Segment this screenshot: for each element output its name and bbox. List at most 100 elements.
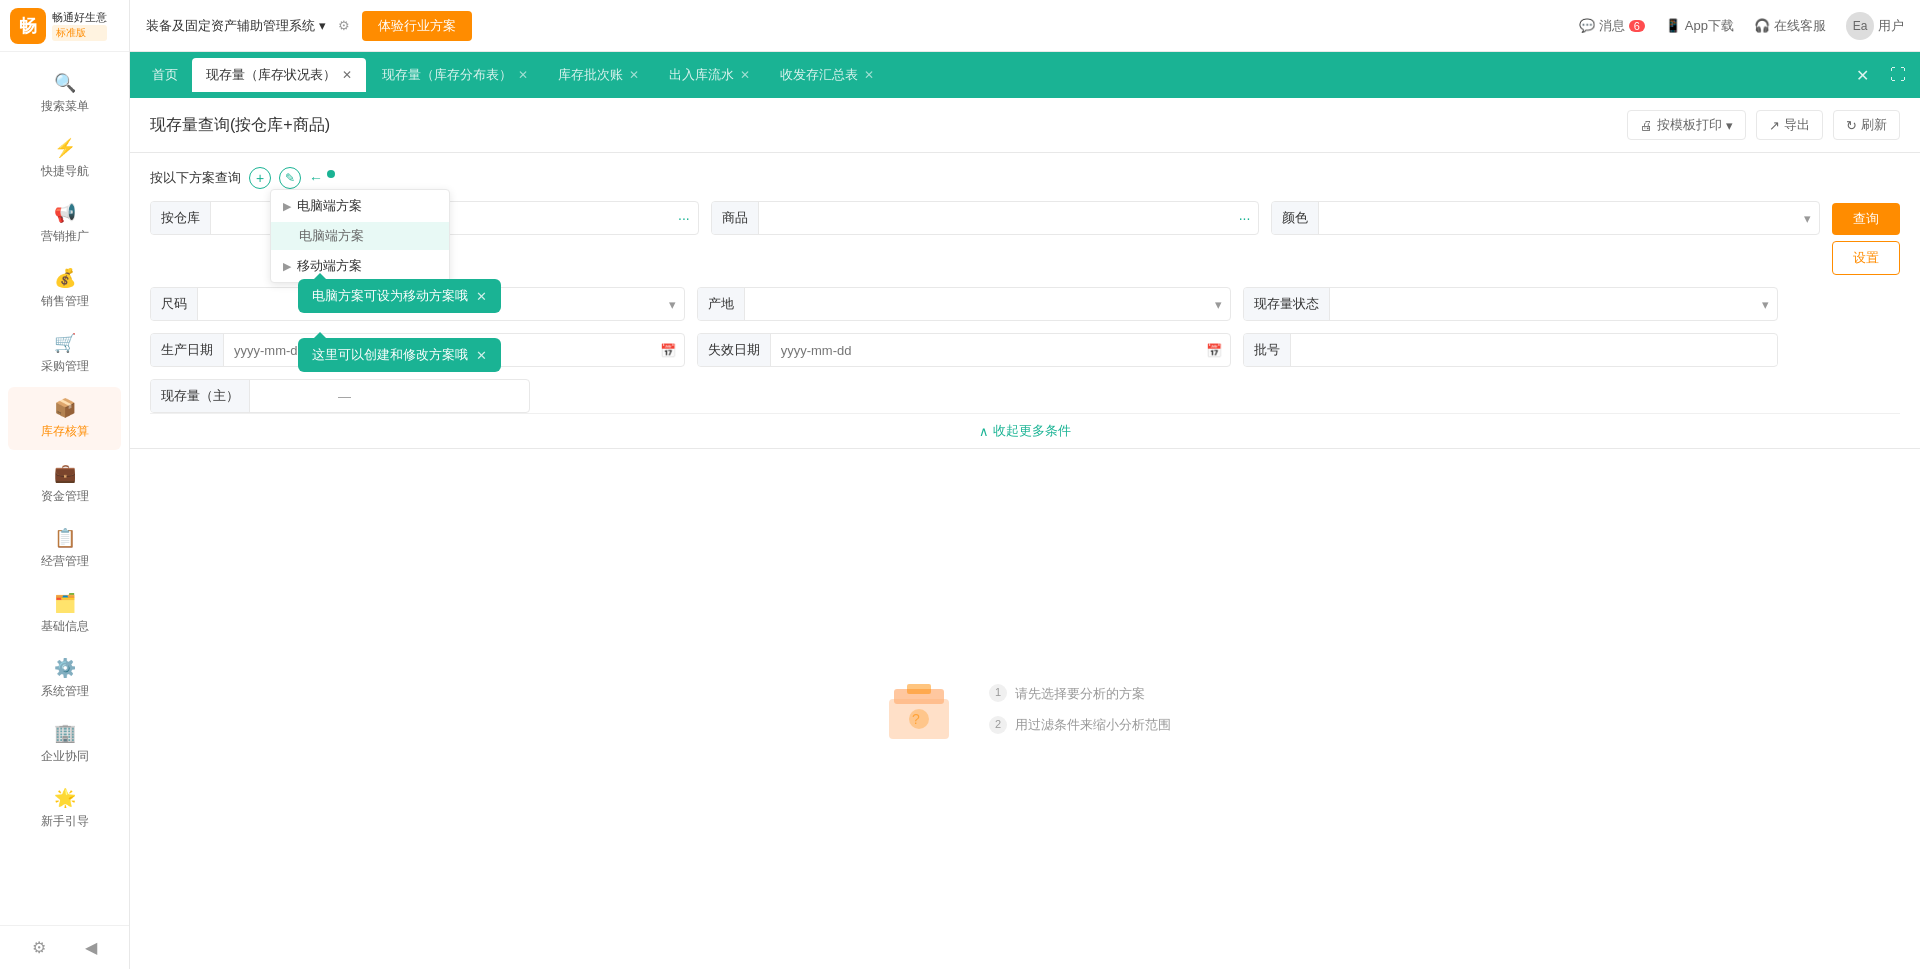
tab-inventory-status[interactable]: 现存量（库存状况表） ✕ — [192, 58, 366, 92]
logo-text: 畅通好生意 — [52, 10, 107, 25]
sidebar-item-enterprise[interactable]: 🏢 企业协同 — [8, 712, 121, 775]
warehouse-more-btn[interactable]: ··· — [670, 203, 698, 233]
collapse-btn[interactable]: ∧ 收起更多条件 — [150, 413, 1900, 448]
tooltip-1-close[interactable]: ✕ — [476, 289, 487, 304]
tooltip-2-close[interactable]: ✕ — [476, 348, 487, 363]
warehouse-label: 按仓库 — [151, 202, 211, 234]
color-input[interactable] — [1319, 204, 1796, 233]
tab-batch-account[interactable]: 库存批次账 ✕ — [544, 58, 653, 92]
qty-status-input[interactable] — [1330, 290, 1754, 319]
chevron-down-icon: ▾ — [319, 18, 326, 33]
sidebar-label-purchase: 采购管理 — [41, 358, 89, 375]
sidebar-item-marketing[interactable]: 📢 营销推广 — [8, 192, 121, 255]
tab-close-stock-flow[interactable]: ✕ — [740, 68, 750, 82]
marketing-icon: 📢 — [54, 202, 76, 224]
sidebar-item-guide[interactable]: 🌟 新手引导 — [8, 777, 121, 840]
sidebar-item-operation[interactable]: 📋 经营管理 — [8, 517, 121, 580]
sidebar-label-operation: 经营管理 — [41, 553, 89, 570]
expire-date-input[interactable] — [771, 336, 1199, 365]
desktop-scheme-name: 电脑端方案 — [299, 227, 364, 245]
settings-btn[interactable]: ⚙ — [32, 938, 46, 957]
expire-date-calendar-icon[interactable]: 📅 — [1198, 336, 1230, 365]
tab-expand-btn[interactable]: ⛶ — [1884, 61, 1912, 89]
sidebar-item-inventory[interactable]: 📦 库存核算 — [8, 387, 121, 450]
product-field: 商品 ··· — [711, 201, 1260, 235]
step-1: 1 请先选择要分析的方案 — [989, 682, 1171, 705]
scheme-arrow-left[interactable]: ← — [309, 170, 323, 186]
expire-date-field: 失效日期 📅 — [697, 333, 1232, 367]
qty-separator: — — [338, 389, 351, 404]
size-dropdown-icon[interactable]: ▾ — [661, 290, 684, 319]
mobile-scheme-group[interactable]: ▶ 移动端方案 — [271, 250, 449, 282]
print-chevron: ▾ — [1726, 118, 1733, 133]
notification-badge: 6 — [1629, 20, 1645, 32]
desktop-scheme-label: 电脑端方案 — [297, 197, 362, 215]
desktop-scheme-group[interactable]: ▶ 电脑端方案 — [271, 190, 449, 222]
print-btn[interactable]: 🖨 按模板打印 ▾ — [1627, 110, 1746, 140]
svg-text:?: ? — [912, 711, 920, 727]
app-download-item[interactable]: 📱 App下载 — [1665, 17, 1734, 35]
sidebar-label-basic: 基础信息 — [41, 618, 89, 635]
sidebar-item-nav[interactable]: ⚡ 快捷导航 — [8, 127, 121, 190]
qty-min-input[interactable] — [260, 389, 330, 404]
sales-icon: 💰 — [54, 267, 76, 289]
sidebar-logo: 畅 畅通好生意 标准版 — [0, 0, 129, 52]
search-btn[interactable]: 查询 — [1832, 203, 1900, 235]
produce-date-calendar-icon[interactable]: 📅 — [652, 336, 684, 365]
tab-close-all-btn[interactable]: ✕ — [1848, 61, 1876, 89]
edit-scheme-btn[interactable]: ✎ — [279, 167, 301, 189]
collapse-sidebar-btn[interactable]: ◀ — [85, 938, 97, 957]
scheme-dropdown: ▶ 电脑端方案 电脑端方案 ▶ 移动端方案 — [270, 189, 450, 283]
color-dropdown-icon[interactable]: ▾ — [1796, 204, 1819, 233]
collapse-label: 收起更多条件 — [993, 422, 1071, 440]
user-item[interactable]: Ea 用户 — [1846, 12, 1904, 40]
product-input[interactable] — [759, 204, 1231, 233]
tab-close-inventory-dist[interactable]: ✕ — [518, 68, 528, 82]
sidebar-item-purchase[interactable]: 🛒 采购管理 — [8, 322, 121, 385]
step-1-label: 请先选择要分析的方案 — [1015, 682, 1145, 705]
sidebar-item-search[interactable]: 🔍 搜索菜单 — [8, 62, 121, 125]
desktop-scheme-item[interactable]: 电脑端方案 — [271, 222, 449, 250]
settings-gear-icon[interactable]: ⚙ — [338, 18, 350, 33]
export-btn[interactable]: ↗ 导出 — [1756, 110, 1823, 140]
system-selector[interactable]: 装备及固定资产辅助管理系统 ▾ — [146, 17, 326, 35]
tab-close-inventory-status[interactable]: ✕ — [342, 68, 352, 82]
notification-item[interactable]: 💬 消息 6 — [1579, 17, 1645, 35]
refresh-btn[interactable]: ↻ 刷新 — [1833, 110, 1900, 140]
tooltip-1: 电脑方案可设为移动方案哦 ✕ — [298, 279, 501, 313]
add-scheme-btn[interactable]: + — [249, 167, 271, 189]
step-2-num: 2 — [989, 716, 1007, 734]
origin-dropdown-icon[interactable]: ▾ — [1207, 290, 1230, 319]
sidebar-item-sales[interactable]: 💰 销售管理 — [8, 257, 121, 320]
industry-btn[interactable]: 体验行业方案 — [362, 11, 472, 41]
export-icon: ↗ — [1769, 118, 1780, 133]
filter-area: 按以下方案查询 + ✎ ← ▶ 电脑端方案 电脑端方案 ▶ — [130, 153, 1920, 449]
sidebar-item-system[interactable]: ⚙️ 系统管理 — [8, 647, 121, 710]
online-support-item[interactable]: 🎧 在线客服 — [1754, 17, 1826, 35]
tab-stock-flow[interactable]: 出入库流水 ✕ — [655, 58, 764, 92]
sidebar-label-nav: 快捷导航 — [41, 163, 89, 180]
tab-home[interactable]: 首页 — [138, 58, 192, 92]
topbar: 装备及固定资产辅助管理系统 ▾ ⚙ 体验行业方案 💬 消息 6 📱 App下载 … — [130, 0, 1920, 52]
online-support-label: 在线客服 — [1774, 17, 1826, 35]
batch-input[interactable] — [1291, 336, 1777, 365]
nav-icon: ⚡ — [54, 137, 76, 159]
qty-main-label: 现存量（主） — [151, 380, 250, 412]
tab-inventory-dist[interactable]: 现存量（库存分布表） ✕ — [368, 58, 542, 92]
qty-status-dropdown-icon[interactable]: ▾ — [1754, 290, 1777, 319]
origin-input[interactable] — [745, 290, 1208, 319]
sidebar-item-finance[interactable]: 💼 资金管理 — [8, 452, 121, 515]
tab-close-recv-summary[interactable]: ✕ — [864, 68, 874, 82]
tab-close-batch-account[interactable]: ✕ — [629, 68, 639, 82]
step-1-num: 1 — [989, 684, 1007, 702]
sidebar-item-basic[interactable]: 🗂️ 基础信息 — [8, 582, 121, 645]
product-more-btn[interactable]: ··· — [1231, 203, 1259, 233]
topbar-right: 💬 消息 6 📱 App下载 🎧 在线客服 Ea 用户 — [1579, 12, 1904, 40]
qty-max-input[interactable] — [359, 389, 429, 404]
tab-recv-summary[interactable]: 收发存汇总表 ✕ — [766, 58, 888, 92]
inventory-icon: 📦 — [54, 397, 76, 419]
tab-actions: ✕ ⛶ — [1848, 61, 1912, 89]
print-icon: 🖨 — [1640, 118, 1653, 133]
origin-label: 产地 — [698, 288, 745, 320]
reset-btn[interactable]: 设置 — [1832, 241, 1900, 275]
